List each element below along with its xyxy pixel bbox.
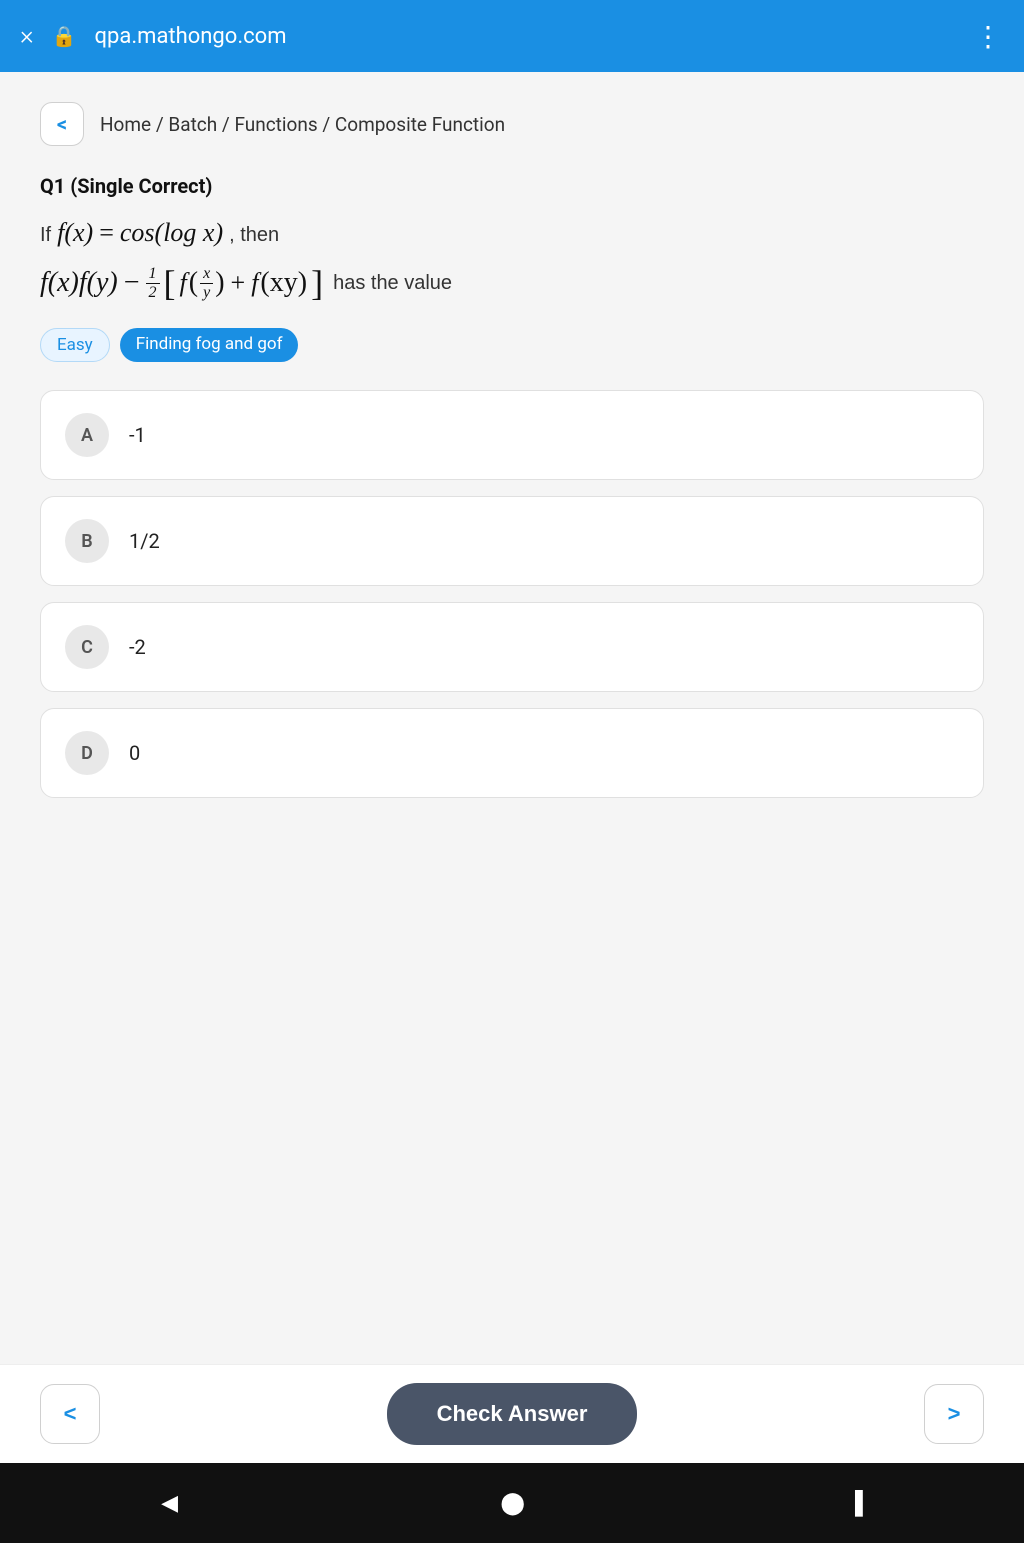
browser-chrome-bar: × 🔒 qpa.mathongo.com ⋮ bbox=[0, 0, 1024, 72]
question-premise: If f(x) = cos(log x) , then bbox=[40, 218, 984, 248]
math-area: If f(x) = cos(log x) , then f(x)f(y) − 1… bbox=[40, 218, 984, 304]
system-navigation-bar: ◀ ⬤ ▐ bbox=[0, 1463, 1024, 1543]
more-options-icon[interactable]: ⋮ bbox=[974, 20, 1004, 53]
next-button[interactable]: > bbox=[924, 1384, 984, 1444]
option-c-circle: C bbox=[65, 625, 109, 669]
question-tags: Easy Finding fog and gof bbox=[40, 328, 984, 362]
option-c-value: -2 bbox=[129, 635, 146, 659]
tag-easy: Easy bbox=[40, 328, 110, 362]
option-b-circle: B bbox=[65, 519, 109, 563]
lock-icon: 🔒 bbox=[52, 24, 77, 48]
option-a-circle: A bbox=[65, 413, 109, 457]
back-button[interactable]: < bbox=[40, 102, 84, 146]
option-d[interactable]: D 0 bbox=[40, 708, 984, 798]
options-list: A -1 B 1/2 C -2 D 0 bbox=[40, 390, 984, 798]
option-d-circle: D bbox=[65, 731, 109, 775]
bottom-navigation-bar: < Check Answer > bbox=[0, 1364, 1024, 1463]
browser-url: qpa.mathongo.com bbox=[95, 24, 287, 49]
option-d-value: 0 bbox=[129, 741, 140, 765]
expression-suffix: has the value bbox=[333, 272, 452, 295]
breadcrumb: < Home / Batch / Functions / Composite F… bbox=[40, 102, 984, 146]
prev-button[interactable]: < bbox=[40, 1384, 100, 1444]
question-label: Q1 (Single Correct) bbox=[40, 174, 984, 198]
main-content: < Home / Batch / Functions / Composite F… bbox=[0, 72, 1024, 1463]
breadcrumb-path: Home / Batch / Functions / Composite Fun… bbox=[100, 113, 505, 136]
option-a-value: -1 bbox=[129, 423, 146, 447]
option-b-value: 1/2 bbox=[129, 529, 160, 553]
question-expression: f(x)f(y) − 1 2 [ f ( x y ) + bbox=[40, 262, 984, 304]
nav-recent-icon[interactable]: ▐ bbox=[847, 1490, 863, 1516]
option-b[interactable]: B 1/2 bbox=[40, 496, 984, 586]
option-a[interactable]: A -1 bbox=[40, 390, 984, 480]
option-c[interactable]: C -2 bbox=[40, 602, 984, 692]
check-answer-button[interactable]: Check Answer bbox=[387, 1383, 638, 1445]
close-icon[interactable]: × bbox=[20, 21, 34, 51]
tag-topic: Finding fog and gof bbox=[120, 328, 299, 362]
nav-back-icon[interactable]: ◀ bbox=[161, 1491, 178, 1516]
nav-home-icon[interactable]: ⬤ bbox=[500, 1491, 525, 1516]
